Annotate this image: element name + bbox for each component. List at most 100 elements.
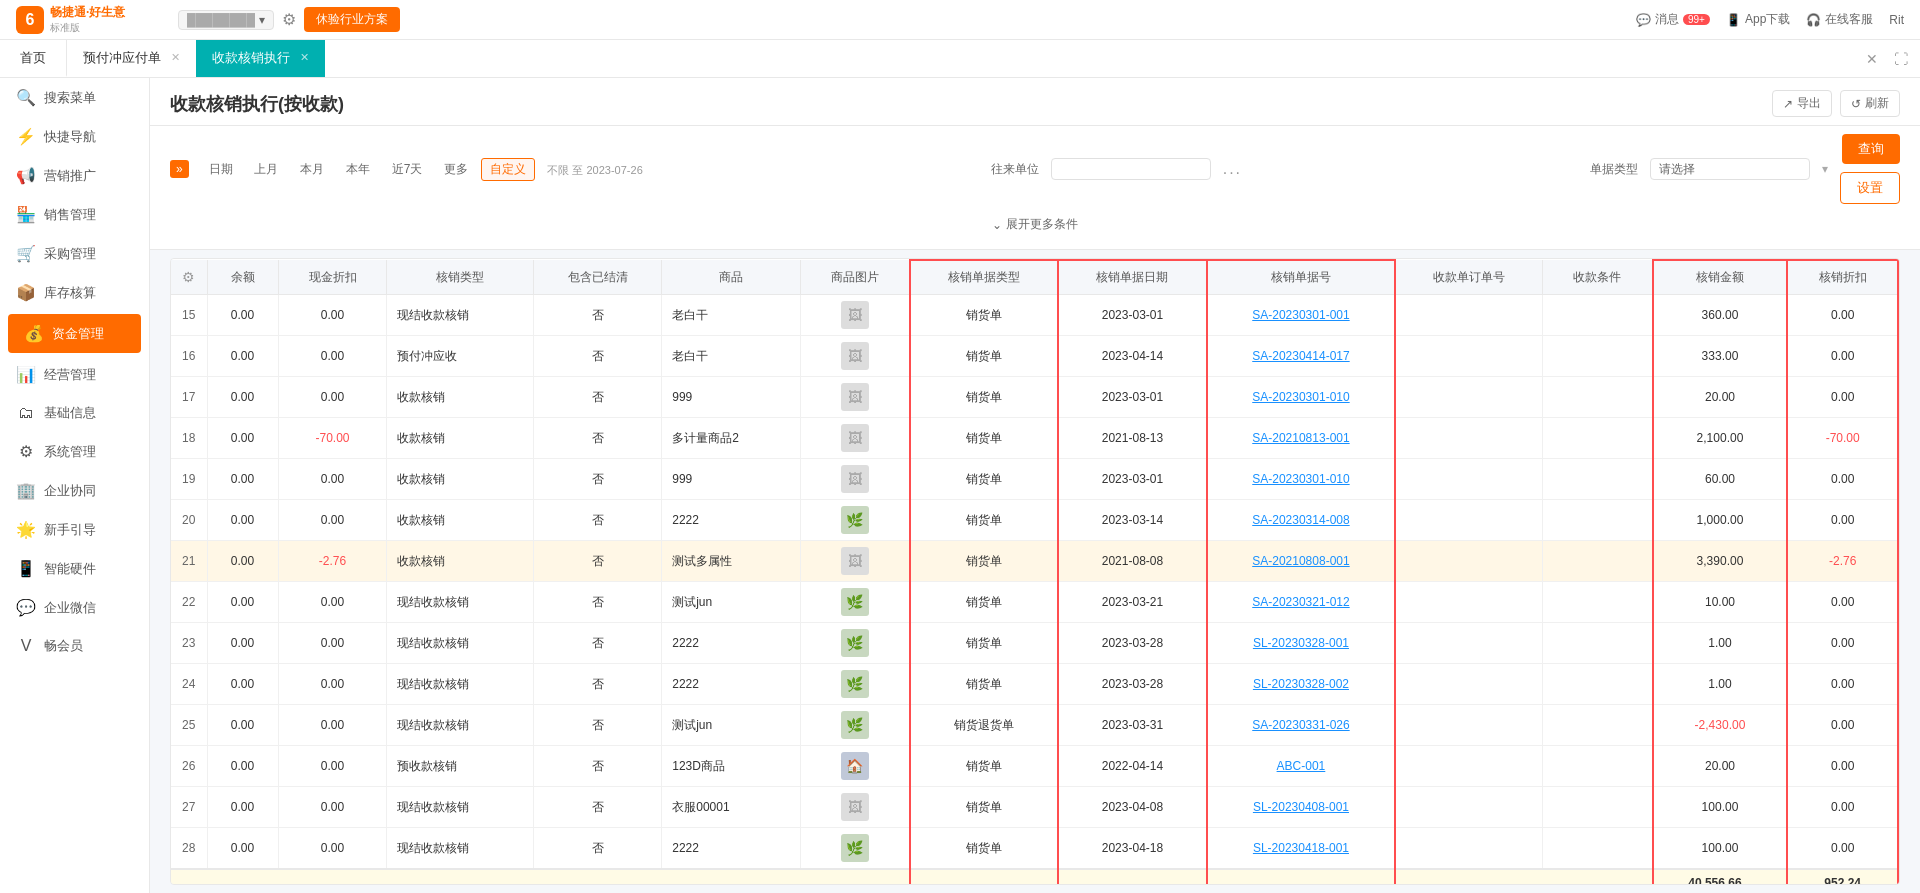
pill-this-year[interactable]: 本年: [337, 158, 379, 181]
cell-receipt-order-no: [1395, 623, 1543, 664]
app-badge: 标准版: [50, 21, 125, 35]
receipt-type-select[interactable]: 请选择: [1650, 158, 1810, 180]
cell-cash-discount: 0.00: [278, 500, 387, 541]
cell-goods-image: 🌿: [800, 582, 910, 623]
cell-balance: 0.00: [207, 705, 278, 746]
industry-btn[interactable]: 休验行业方案: [304, 7, 400, 32]
online-service-btn[interactable]: 🎧 在线客服: [1806, 11, 1873, 28]
cell-include-settled: 否: [534, 787, 662, 828]
cell-writeoff-no[interactable]: SL-20230408-001: [1207, 787, 1396, 828]
sidebar-item-quicknav[interactable]: ⚡ 快捷导航: [0, 117, 149, 156]
expand-more-btn[interactable]: ⌄ 展开更多条件: [992, 212, 1078, 237]
user-name[interactable]: Rit: [1889, 13, 1904, 27]
sidebar-item-guide[interactable]: 🌟 新手引导: [0, 510, 149, 549]
cell-goods: 老白干: [662, 336, 800, 377]
chevron-down-icon: ⌄: [992, 218, 1002, 232]
cell-writeoff-type: 现结收款核销: [387, 623, 534, 664]
sidebar-item-basic[interactable]: 🗂 基础信息: [0, 394, 149, 432]
cell-balance: 0.00: [207, 459, 278, 500]
cell-writeoff-no[interactable]: SL-20230328-001: [1207, 623, 1396, 664]
cell-writeoff-no[interactable]: SA-20230301-010: [1207, 459, 1396, 500]
prepay-close-icon[interactable]: ✕: [171, 51, 180, 64]
tab-prepay[interactable]: 预付冲应付单 ✕: [67, 40, 196, 77]
cell-writeoff-no[interactable]: SA-20230301-001: [1207, 295, 1396, 336]
pill-last-month[interactable]: 上月: [245, 158, 287, 181]
sidebar-item-inventory[interactable]: 📦 库存核算: [0, 273, 149, 312]
cell-cash-discount: 0.00: [278, 336, 387, 377]
inventory-icon: 📦: [16, 283, 36, 302]
th-settings[interactable]: ⚙: [171, 260, 207, 295]
column-settings-icon[interactable]: ⚙: [182, 269, 195, 285]
cell-writeoff-discount: 0.00: [1787, 664, 1898, 705]
th-writeoff-receipt-type: 核销单据类型: [910, 260, 1058, 295]
sidebar-item-business[interactable]: 📊 经营管理: [0, 355, 149, 394]
refresh-btn[interactable]: ↺ 刷新: [1840, 90, 1900, 117]
sidebar-item-hardware[interactable]: 📱 智能硬件: [0, 549, 149, 588]
tab-close-all-icon[interactable]: ✕: [1862, 51, 1882, 67]
cell-writeoff-amount: -2,430.00: [1653, 705, 1788, 746]
tab-home[interactable]: 首页: [0, 40, 67, 77]
cell-writeoff-amount: 2,100.00: [1653, 418, 1788, 459]
sidebar-item-system[interactable]: ⚙ 系统管理: [0, 432, 149, 471]
refresh-icon: ↺: [1851, 97, 1861, 111]
sidebar-item-purchase[interactable]: 🛒 采购管理: [0, 234, 149, 273]
app-download-btn[interactable]: 📱 App下载: [1726, 11, 1790, 28]
query-btn[interactable]: 查询: [1842, 134, 1900, 164]
settings-btn[interactable]: 设置: [1840, 172, 1900, 204]
cell-writeoff-no[interactable]: SA-20210813-001: [1207, 418, 1396, 459]
cell-writeoff-no[interactable]: SA-20230301-010: [1207, 377, 1396, 418]
basic-icon: 🗂: [16, 404, 36, 422]
cell-writeoff-no[interactable]: SA-20230414-017: [1207, 336, 1396, 377]
filter-right-actions: 查询 设置: [1840, 134, 1900, 204]
cell-writeoff-type: 现结收款核销: [387, 664, 534, 705]
sidebar-basic-label: 基础信息: [44, 404, 96, 422]
system-icon: ⚙: [16, 442, 36, 461]
cell-writeoff-no[interactable]: SL-20230418-001: [1207, 828, 1396, 870]
footer-empty-5: [1395, 869, 1652, 885]
cell-goods-image: 🖼: [800, 377, 910, 418]
message-btn[interactable]: 💬 消息 99+: [1636, 11, 1710, 28]
export-btn[interactable]: ↗ 导出: [1772, 90, 1832, 117]
sidebar-item-corp[interactable]: 🏢 企业协同: [0, 471, 149, 510]
pill-custom[interactable]: 自定义: [481, 158, 535, 181]
export-icon: ↗: [1783, 97, 1793, 111]
sidebar-item-marketing[interactable]: 📢 营销推广: [0, 156, 149, 195]
cell-writeoff-no[interactable]: SL-20230328-002: [1207, 664, 1396, 705]
cell-goods-image: 🌿: [800, 664, 910, 705]
th-balance: 余额: [207, 260, 278, 295]
tab-spacer: [325, 40, 1854, 77]
tab-controls: ✕ ⛶: [1854, 40, 1920, 77]
cell-writeoff-no[interactable]: SA-20230331-026: [1207, 705, 1396, 746]
table-row: 23 0.00 0.00 现结收款核销 否 2222 🌿 销货单 2023-03…: [171, 623, 1898, 664]
cell-writeoff-date: 2023-03-01: [1058, 295, 1206, 336]
cell-writeoff-no[interactable]: SA-20210808-001: [1207, 541, 1396, 582]
logo-area: 6 畅捷通·好生意 标准版: [16, 4, 166, 35]
cell-writeoff-no[interactable]: SA-20230321-012: [1207, 582, 1396, 623]
cell-cash-discount: 0.00: [278, 664, 387, 705]
tab-collection[interactable]: 收款核销执行 ✕: [196, 40, 325, 77]
pill-last-7days[interactable]: 近7天: [383, 158, 432, 181]
cell-writeoff-no[interactable]: ABC-001: [1207, 746, 1396, 787]
th-cash-discount: 现金折扣: [278, 260, 387, 295]
sidebar-item-search[interactable]: 🔍 搜索菜单: [0, 78, 149, 117]
gear-icon[interactable]: ⚙: [282, 10, 296, 29]
tab-expand-icon[interactable]: ⛶: [1890, 51, 1912, 67]
pill-more[interactable]: 更多: [435, 158, 477, 181]
collection-close-icon[interactable]: ✕: [300, 51, 309, 64]
cell-receipt-order-no: [1395, 787, 1543, 828]
pill-this-month[interactable]: 本月: [291, 158, 333, 181]
from-unit-dots[interactable]: ...: [1223, 160, 1242, 178]
headset-icon: 🎧: [1806, 13, 1821, 27]
sidebar-item-finance[interactable]: 💰 资金管理: [8, 314, 141, 353]
cell-writeoff-no[interactable]: SA-20230314-008: [1207, 500, 1396, 541]
cell-include-settled: 否: [534, 336, 662, 377]
filter-collapse-btn[interactable]: »: [170, 160, 189, 178]
from-unit-input[interactable]: [1051, 158, 1211, 180]
sidebar-item-member[interactable]: V 畅会员: [0, 627, 149, 665]
company-selector[interactable]: ████████ ▾: [178, 10, 274, 30]
cell-receipt-cond: [1543, 295, 1653, 336]
marketing-icon: 📢: [16, 166, 36, 185]
sidebar-item-sales[interactable]: 🏪 销售管理: [0, 195, 149, 234]
cell-writeoff-date: 2023-04-18: [1058, 828, 1206, 870]
sidebar-item-wecom[interactable]: 💬 企业微信: [0, 588, 149, 627]
